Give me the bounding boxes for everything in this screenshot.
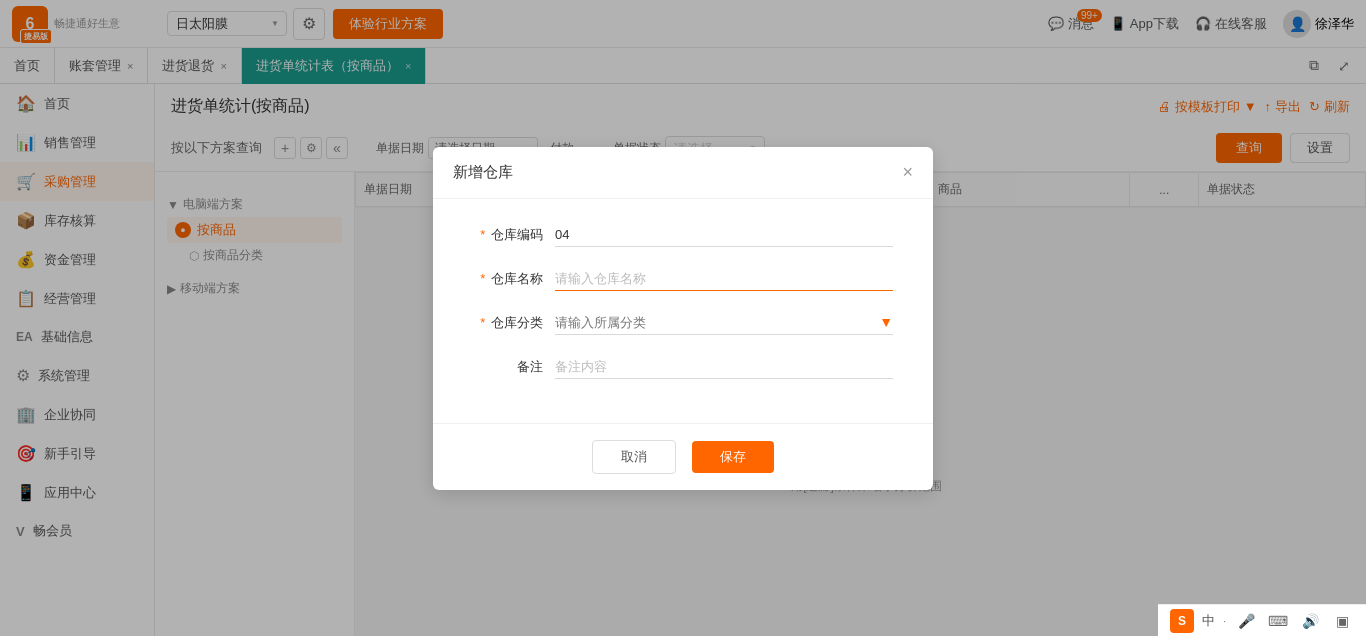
modal-close-btn[interactable]: × (902, 163, 913, 181)
name-input[interactable] (555, 267, 893, 291)
category-select-wrap[interactable]: ▼ (555, 311, 893, 335)
remark-label: 备注 (473, 358, 543, 376)
name-label: 仓库名称 (473, 270, 543, 288)
form-row-code: 仓库编码 (473, 223, 893, 247)
category-input[interactable] (555, 311, 893, 334)
cancel-button[interactable]: 取消 (592, 440, 676, 474)
code-input[interactable] (555, 223, 893, 247)
bottom-bar: S 中 · 🎤 ⌨ 🔊 ▣ (1158, 604, 1366, 636)
form-row-remark: 备注 (473, 355, 893, 379)
display-icon[interactable]: ▣ (1330, 609, 1354, 633)
modal-title: 新增仓库 (453, 163, 513, 182)
save-button[interactable]: 保存 (692, 441, 774, 473)
keyboard-icon[interactable]: ⌨ (1266, 609, 1290, 633)
form-row-category: 仓库分类 ▼ (473, 311, 893, 335)
modal-body: 仓库编码 仓库名称 仓库分类 ▼ (433, 199, 933, 423)
dot-separator: · (1223, 615, 1226, 627)
modal-footer: 取消 保存 (433, 423, 933, 490)
bottom-logo: S (1170, 609, 1194, 633)
new-warehouse-modal: 新增仓库 × 仓库编码 仓库名称 仓库分类 (433, 147, 933, 490)
code-label: 仓库编码 (473, 226, 543, 244)
category-dropdown-icon: ▼ (879, 314, 893, 330)
mic-icon[interactable]: 🎤 (1234, 609, 1258, 633)
ime-chinese: 中 (1202, 612, 1215, 630)
modal-header: 新增仓库 × (433, 147, 933, 199)
form-row-name: 仓库名称 (473, 267, 893, 291)
remark-input[interactable] (555, 355, 893, 379)
category-label: 仓库分类 (473, 314, 543, 332)
modal-overlay[interactable]: 新增仓库 × 仓库编码 仓库名称 仓库分类 (0, 0, 1366, 636)
speaker-icon[interactable]: 🔊 (1298, 609, 1322, 633)
